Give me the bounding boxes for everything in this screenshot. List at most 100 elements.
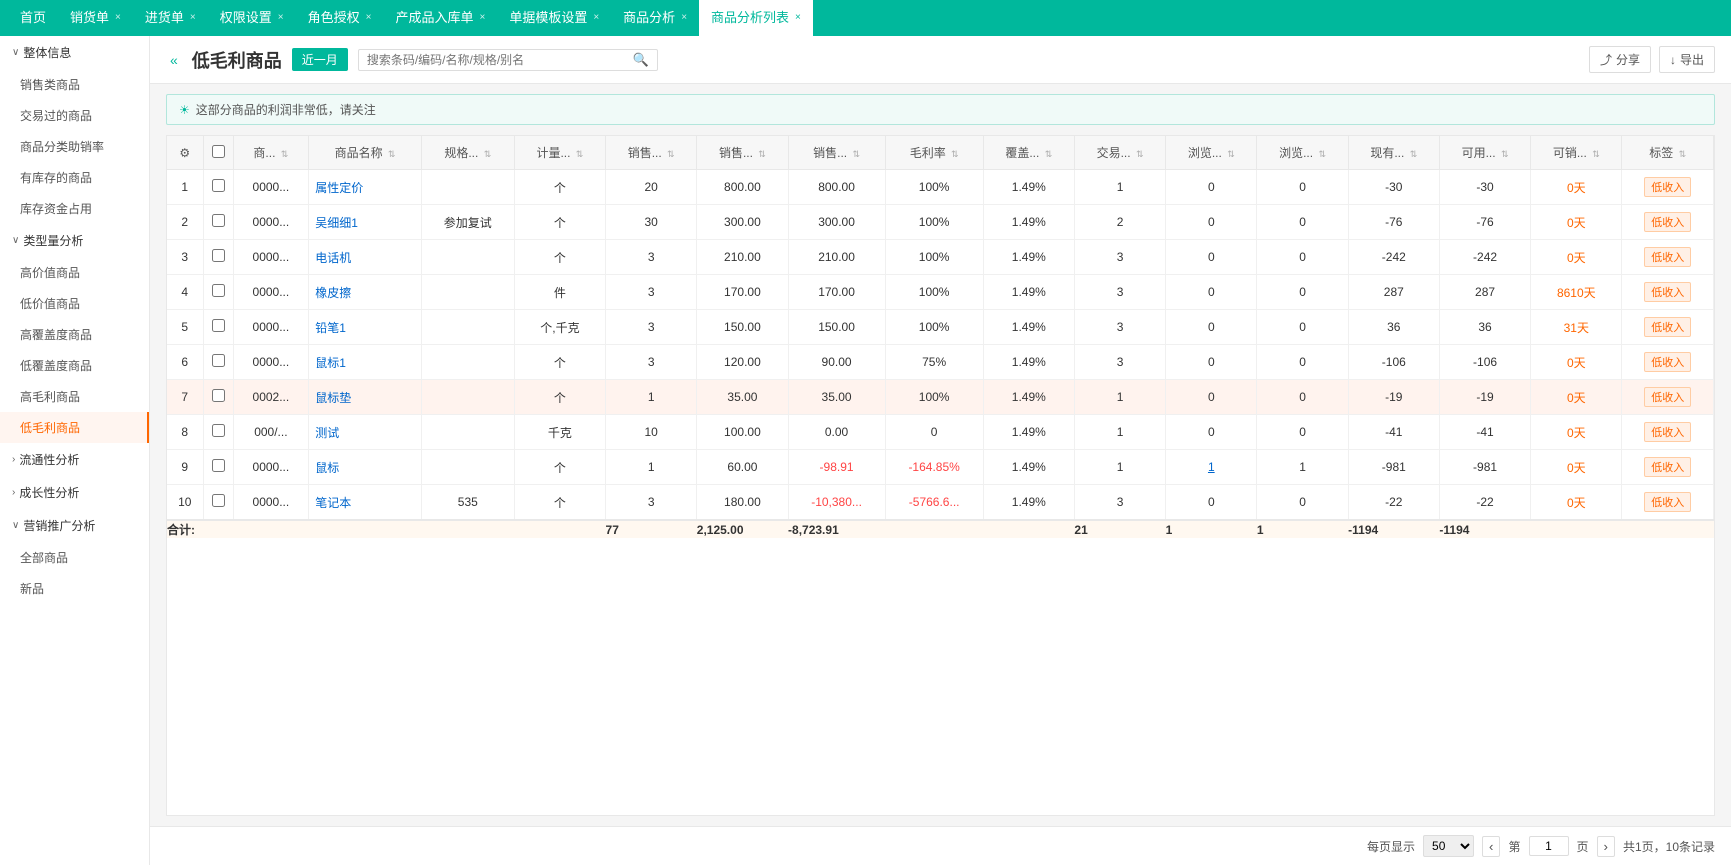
search-input[interactable] — [367, 53, 633, 67]
row-checkbox[interactable] — [203, 205, 233, 240]
table-row: 6 0000... 鼠标1 个 3 120.00 90.00 75% 1.49%… — [167, 345, 1714, 380]
row-trade-count: 1 — [1074, 170, 1165, 205]
sidebar-group-growth[interactable]: › 成长性分析 — [0, 476, 149, 509]
sidebar-item-new-goods[interactable]: 新品 — [0, 573, 149, 604]
col-coverage[interactable]: 覆盖... ⇅ — [983, 136, 1074, 170]
sidebar-group-overall[interactable]: ∨ 整体信息 — [0, 36, 149, 69]
col-sales-amount[interactable]: 销售... ⇅ — [697, 136, 788, 170]
share-button[interactable]: ⤴ 分享 — [1589, 46, 1651, 73]
nav-role[interactable]: 角色授权 × — [296, 0, 384, 36]
row-name[interactable]: 电话机 — [309, 240, 422, 275]
nav-template-close[interactable]: × — [593, 0, 599, 36]
row-name[interactable]: 吴细细1 — [309, 205, 422, 240]
row-name[interactable]: 铅笔1 — [309, 310, 422, 345]
row-name[interactable]: 橡皮擦 — [309, 275, 422, 310]
sidebar-item-low-coverage[interactable]: 低覆盖度商品 — [0, 350, 149, 381]
col-browse2[interactable]: 浏览... ⇅ — [1257, 136, 1348, 170]
nav-permission[interactable]: 权限设置 × — [208, 0, 296, 36]
nav-purchase-close[interactable]: × — [190, 0, 196, 36]
col-sales-profit[interactable]: 销售... ⇅ — [788, 136, 885, 170]
nav-template[interactable]: 单据模板设置 × — [497, 0, 611, 36]
row-gross-rate: 100% — [885, 275, 983, 310]
sidebar-item-low-value[interactable]: 低价值商品 — [0, 288, 149, 319]
nav-home[interactable]: 首页 — [8, 0, 58, 36]
col-browse1[interactable]: 浏览... ⇅ — [1166, 136, 1257, 170]
chevron-down-icon-2: ∨ — [12, 235, 19, 246]
row-name[interactable]: 属性定价 — [309, 170, 422, 205]
col-checkbox[interactable] — [203, 136, 233, 170]
row-checkbox[interactable] — [203, 170, 233, 205]
col-settings[interactable]: ⚙ — [167, 136, 203, 170]
totals-label: 合计: — [167, 520, 233, 538]
row-sales-qty: 3 — [606, 275, 697, 310]
per-page-select[interactable]: 50 10 20 100 — [1423, 835, 1474, 857]
row-name[interactable]: 鼠标垫 — [309, 380, 422, 415]
nav-sales[interactable]: 销货单 × — [58, 0, 133, 36]
sidebar-item-low-profit[interactable]: 低毛利商品 — [0, 412, 149, 443]
col-unit[interactable]: 计量... ⇅ — [514, 136, 605, 170]
row-checkbox[interactable] — [203, 450, 233, 485]
col-sales-qty[interactable]: 销售... ⇅ — [606, 136, 697, 170]
col-available[interactable]: 可用... ⇅ — [1439, 136, 1530, 170]
row-checkbox[interactable] — [203, 240, 233, 275]
col-sellable[interactable]: 可销... ⇅ — [1531, 136, 1622, 170]
row-name[interactable]: 鼠标 — [309, 450, 422, 485]
sidebar-item-traded-goods[interactable]: 交易过的商品 — [0, 100, 149, 131]
row-unit: 个 — [514, 450, 605, 485]
sidebar-item-stocked-goods[interactable]: 有库存的商品 — [0, 162, 149, 193]
page-title: 低毛利商品 — [192, 47, 282, 73]
sidebar-item-all-goods[interactable]: 全部商品 — [0, 542, 149, 573]
next-page-button[interactable]: › — [1597, 836, 1615, 857]
prev-page-button[interactable]: ‹ — [1482, 836, 1500, 857]
col-code[interactable]: 商... ⇅ — [233, 136, 309, 170]
sidebar-group-circulation[interactable]: › 流通性分析 — [0, 443, 149, 476]
row-checkbox[interactable] — [203, 275, 233, 310]
nav-role-close[interactable]: × — [366, 0, 372, 36]
col-tag[interactable]: 标签 ⇅ — [1622, 136, 1714, 170]
row-checkbox[interactable] — [203, 380, 233, 415]
row-current-stock: -981 — [1348, 450, 1439, 485]
row-sales-amount: 150.00 — [697, 310, 788, 345]
sidebar-group-type-analysis[interactable]: ∨ 类型量分析 — [0, 224, 149, 257]
col-trade-count[interactable]: 交易... ⇅ — [1074, 136, 1165, 170]
sidebar-collapse-button[interactable]: « — [166, 52, 182, 68]
nav-goods-analysis-list[interactable]: 商品分析列表 × — [699, 0, 813, 36]
nav-sales-close[interactable]: × — [115, 0, 121, 36]
sidebar-item-high-coverage[interactable]: 高覆盖度商品 — [0, 319, 149, 350]
sidebar-group-marketing[interactable]: ∨ 营销推广分析 — [0, 509, 149, 542]
sidebar-item-high-value[interactable]: 高价值商品 — [0, 257, 149, 288]
nav-goods-analysis-list-close[interactable]: × — [795, 0, 801, 36]
row-spec — [421, 345, 514, 380]
sidebar-item-capital[interactable]: 库存资金占用 — [0, 193, 149, 224]
col-current-stock[interactable]: 现有... ⇅ — [1348, 136, 1439, 170]
totals-col-code — [233, 520, 309, 538]
row-checkbox[interactable] — [203, 485, 233, 521]
nav-goods-analysis-close[interactable]: × — [681, 0, 687, 36]
row-spec: 535 — [421, 485, 514, 521]
sidebar-item-category-rate[interactable]: 商品分类助销率 — [0, 131, 149, 162]
col-spec[interactable]: 规格... ⇅ — [421, 136, 514, 170]
export-button[interactable]: ↓ 导出 — [1659, 46, 1715, 73]
row-checkbox[interactable] — [203, 310, 233, 345]
row-checkbox[interactable] — [203, 345, 233, 380]
current-page-input[interactable] — [1529, 836, 1569, 856]
col-gross-rate[interactable]: 毛利率 ⇅ — [885, 136, 983, 170]
row-checkbox[interactable] — [203, 415, 233, 450]
row-name[interactable]: 测试 — [309, 415, 422, 450]
row-name[interactable]: 笔记本 — [309, 485, 422, 521]
row-name[interactable]: 鼠标1 — [309, 345, 422, 380]
row-current-stock: 36 — [1348, 310, 1439, 345]
filter-recent-month-button[interactable]: 近一月 — [292, 48, 348, 71]
sidebar-item-high-profit[interactable]: 高毛利商品 — [0, 381, 149, 412]
col-name[interactable]: 商品名称 ⇅ — [309, 136, 422, 170]
row-coverage: 1.49% — [983, 310, 1074, 345]
nav-product-entry-label: 产成品入库单 — [395, 0, 473, 36]
nav-product-entry[interactable]: 产成品入库单 × — [383, 0, 497, 36]
search-icon[interactable]: 🔍 — [633, 52, 649, 68]
sidebar-item-sales-goods[interactable]: 销售类商品 — [0, 69, 149, 100]
select-all-checkbox[interactable] — [212, 145, 225, 158]
nav-product-entry-close[interactable]: × — [479, 0, 485, 36]
nav-permission-close[interactable]: × — [278, 0, 284, 36]
nav-purchase[interactable]: 进货单 × — [133, 0, 208, 36]
nav-goods-analysis[interactable]: 商品分析 × — [611, 0, 699, 36]
